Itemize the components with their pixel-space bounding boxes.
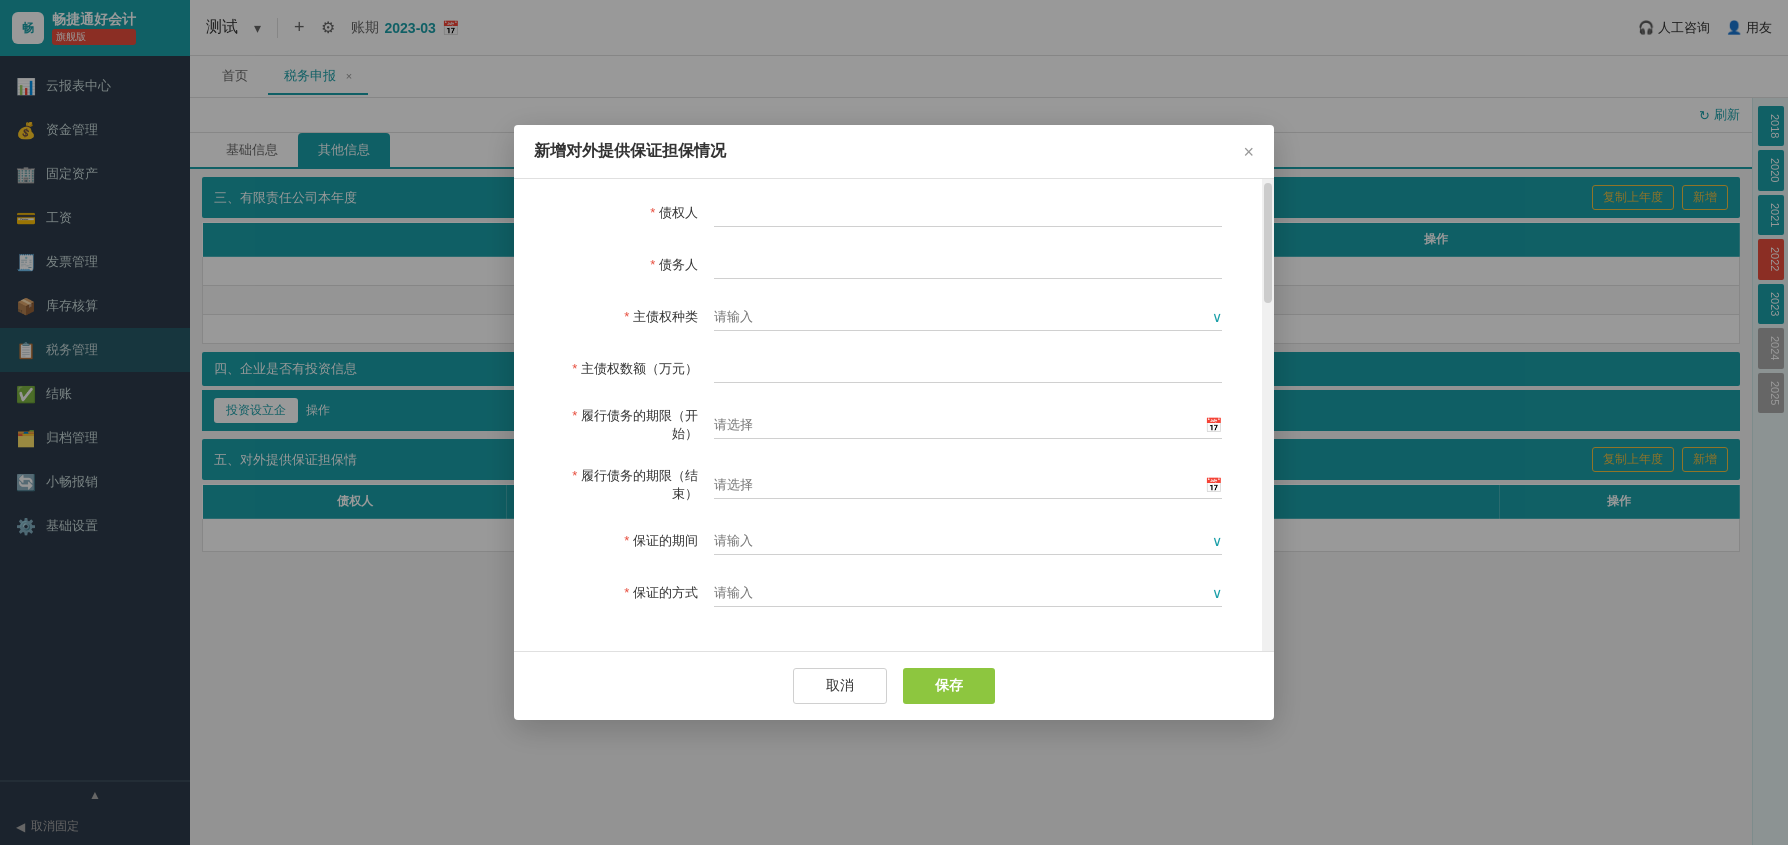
form-group-debt-amount: * 主债权数额（万元） [554,355,1222,383]
form-group-creditor: * 债权人 [554,199,1222,227]
period-start-input[interactable] [714,411,1205,438]
guarantee-method-input[interactable] [714,579,1212,606]
form-group-debt-type: * 主债权种类 ∨ [554,303,1222,331]
modal-scrollable: * 债权人 * 债务人 * 主债权种 [514,179,1262,651]
period-end-calendar-icon[interactable]: 📅 [1205,477,1222,493]
modal-header: 新增对外提供保证担保情况 × [514,125,1274,179]
debt-type-input[interactable] [714,303,1212,330]
form-label-debt-amount: * 主债权数额（万元） [554,360,714,378]
form-group-guarantee-period: * 保证的期间 ∨ [554,527,1222,555]
guarantee-period-input[interactable] [714,527,1212,554]
debtor-input[interactable] [714,251,1222,279]
modal-scroll-thumb [1264,183,1272,303]
save-button[interactable]: 保存 [903,668,995,704]
form-group-debtor: * 债务人 [554,251,1222,279]
form-group-guarantee-method: * 保证的方式 ∨ [554,579,1222,607]
debt-amount-input[interactable] [714,355,1222,383]
period-end-picker[interactable]: 📅 [714,471,1222,499]
form-label-debtor: * 债务人 [554,256,714,274]
guarantee-period-chevron-icon: ∨ [1212,533,1222,549]
modal-dialog: 新增对外提供保证担保情况 × * 债权人 * 债务人 [514,125,1274,720]
debt-type-chevron-icon: ∨ [1212,309,1222,325]
guarantee-period-select[interactable]: ∨ [714,527,1222,555]
cancel-button[interactable]: 取消 [793,668,887,704]
debt-type-select[interactable]: ∨ [714,303,1222,331]
form-group-period-end: * 履行债务的期限（结束） 📅 [554,467,1222,503]
guarantee-method-select[interactable]: ∨ [714,579,1222,607]
modal-close-button[interactable]: × [1243,143,1254,161]
modal-footer: 取消 保存 [514,651,1274,720]
form-label-creditor: * 债权人 [554,204,714,222]
form-label-guarantee-period: * 保证的期间 [554,532,714,550]
form-group-period-start: * 履行债务的期限（开始） 📅 [554,407,1222,443]
form-label-period-end: * 履行债务的期限（结束） [554,467,714,503]
period-end-input[interactable] [714,471,1205,498]
form-label-guarantee-method: * 保证的方式 [554,584,714,602]
modal-title: 新增对外提供保证担保情况 [534,141,726,162]
period-start-calendar-icon[interactable]: 📅 [1205,417,1222,433]
modal-overlay: 新增对外提供保证担保情况 × * 债权人 * 债务人 [0,0,1788,845]
guarantee-method-chevron-icon: ∨ [1212,585,1222,601]
creditor-input[interactable] [714,199,1222,227]
modal-scrollbar[interactable] [1262,179,1274,651]
period-start-picker[interactable]: 📅 [714,411,1222,439]
form-label-period-start: * 履行债务的期限（开始） [554,407,714,443]
form-label-debt-type: * 主债权种类 [554,308,714,326]
modal-body: * 债权人 * 债务人 * 主债权种 [514,179,1274,651]
